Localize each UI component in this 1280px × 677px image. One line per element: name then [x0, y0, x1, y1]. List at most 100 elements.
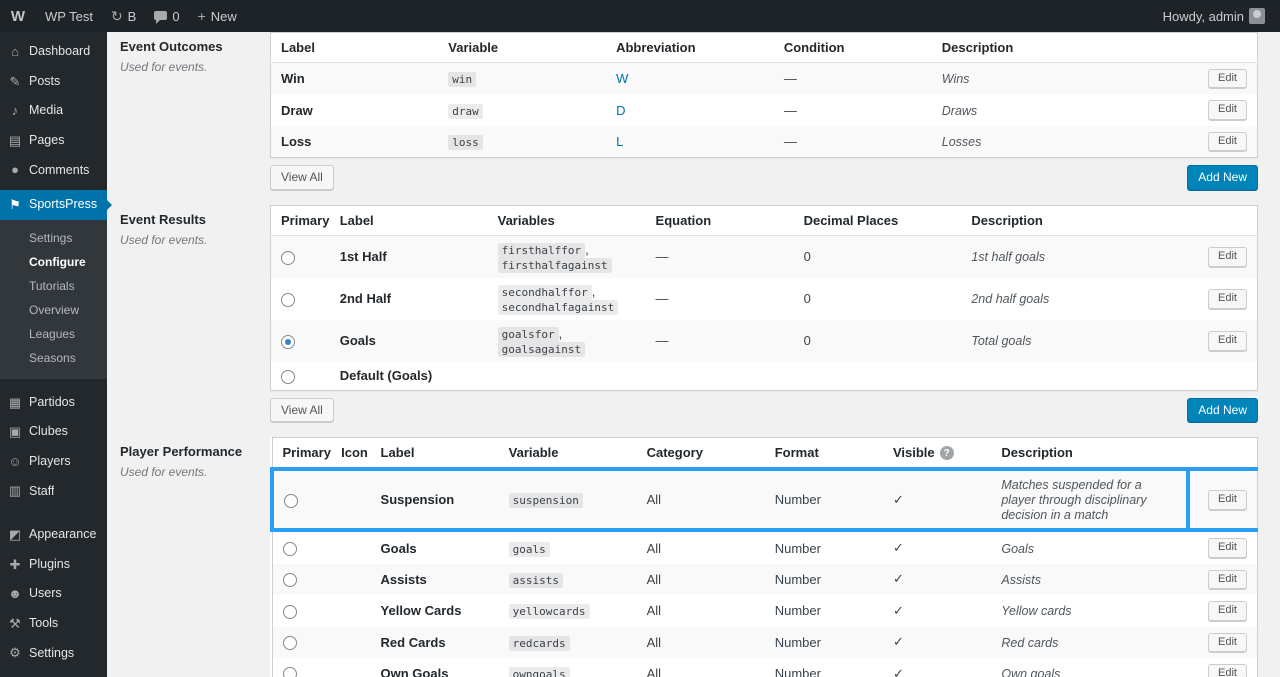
edit-button[interactable]: Edit: [1208, 490, 1247, 510]
sidebar-item-settings-general[interactable]: ⚙ Settings: [0, 638, 107, 668]
column-header-label: Label: [329, 205, 488, 236]
sidebar-item-label: Pages: [29, 133, 65, 148]
description-cell: Wins: [941, 72, 970, 87]
sidebar-item-media[interactable]: ♪ Media: [0, 96, 107, 126]
sidebar-subitem-leagues[interactable]: Leagues: [0, 322, 107, 346]
description-cell: Assists: [1001, 572, 1041, 587]
edit-button[interactable]: Edit: [1208, 247, 1247, 267]
condition-cell: —: [783, 102, 797, 118]
abbreviation-link[interactable]: D: [616, 103, 625, 118]
sidebar-item-pages[interactable]: ▤ Pages: [0, 126, 107, 156]
primary-radio[interactable]: [282, 667, 297, 677]
sidebar-item-dashboard[interactable]: ⌂ Dashboard: [0, 37, 107, 67]
visible-check-icon: ✓: [892, 602, 904, 618]
comments-icon: ●: [11, 162, 19, 178]
sidebar-subitem-seasons[interactable]: Seasons: [0, 346, 107, 370]
edit-button[interactable]: Edit: [1208, 538, 1247, 558]
sidebar-item-posts[interactable]: ✎ Posts: [0, 67, 107, 97]
sidebar-subitem-configure[interactable]: Configure: [0, 250, 107, 274]
visible-check-icon: ✓: [892, 540, 904, 556]
primary-cell: [271, 278, 330, 320]
staff-icon: ▥: [8, 483, 22, 499]
actions-cell: Edit: [1188, 627, 1257, 658]
primary-cell: [271, 320, 330, 362]
visible-cell: ✓: [883, 564, 991, 595]
sidebar-item-partidos[interactable]: ▦ Partidos: [0, 388, 107, 418]
sidebar-subitem-settings[interactable]: Settings: [0, 226, 107, 250]
sidebar-item-comments[interactable]: ● Comments: [0, 155, 107, 185]
abbreviation-link[interactable]: W: [616, 71, 628, 86]
column-header-description: Description: [991, 437, 1189, 470]
sidebar-item-tools[interactable]: ⚒ Tools: [0, 609, 107, 639]
sidebar-subitem-tutorials[interactable]: Tutorials: [0, 274, 107, 298]
add-new-button[interactable]: Add New: [1187, 165, 1258, 190]
category-cell: All: [646, 634, 662, 650]
icon-cell: [331, 595, 370, 626]
edit-button[interactable]: Edit: [1208, 569, 1247, 590]
howdy-account-link[interactable]: Howdy, admin: [1154, 0, 1280, 32]
variable-code: win: [448, 72, 477, 88]
label-cell: Goals: [380, 540, 417, 556]
sidebar-item-plugins[interactable]: ✚ Plugins: [0, 550, 107, 580]
decimal-places-cell: 0: [803, 291, 811, 307]
primary-radio[interactable]: [281, 334, 295, 349]
sidebar-item-clubes[interactable]: ▣ Clubes: [0, 417, 107, 447]
appearance-icon: ◩: [8, 526, 22, 542]
category-cell: All: [646, 571, 662, 587]
column-header-primary: Primary: [270, 205, 330, 236]
primary-radio[interactable]: [284, 493, 298, 508]
primary-radio[interactable]: [281, 369, 295, 384]
column-header-visible: Visible?: [882, 437, 992, 470]
comments-icon: [154, 10, 168, 24]
view-all-button[interactable]: View All: [270, 397, 334, 423]
add-new-button[interactable]: Add New: [1187, 397, 1258, 423]
actions-cell: Edit: [1188, 63, 1257, 95]
sidebar-item-staff[interactable]: ▥ Staff: [0, 476, 107, 506]
edit-button[interactable]: Edit: [1208, 331, 1247, 351]
visible-cell-highlighted: ✓: [882, 467, 992, 533]
wp-logo-menu[interactable]: W: [0, 0, 36, 32]
edit-button[interactable]: Edit: [1208, 632, 1247, 652]
sidebar-subitem-overview[interactable]: Overview: [0, 298, 107, 322]
new-label: New: [210, 8, 237, 24]
variable-code: goals: [508, 541, 550, 557]
edit-button[interactable]: Edit: [1208, 601, 1247, 621]
icon-cell: [331, 564, 370, 595]
edit-button[interactable]: Edit: [1208, 289, 1247, 309]
abbreviation-link[interactable]: L: [616, 134, 623, 149]
edit-button[interactable]: Edit: [1208, 69, 1247, 89]
primary-radio[interactable]: [282, 604, 297, 619]
view-all-button[interactable]: View All: [270, 165, 334, 190]
sidebar-item-label: Plugins: [29, 556, 70, 571]
primary-radio[interactable]: [282, 541, 297, 556]
sidebar-item-users[interactable]: ☻ Users: [0, 579, 107, 609]
variables-cell: goalsfor, goalsagainst: [488, 320, 646, 362]
primary-cell-highlighted: [269, 467, 332, 533]
site-name-link[interactable]: WP Test: [36, 0, 102, 32]
updates-link[interactable]: ↻ B: [102, 0, 145, 32]
edit-button[interactable]: Edit: [1208, 131, 1247, 152]
column-header-equation: Equation: [645, 205, 794, 236]
actions-cell: Edit: [1188, 658, 1257, 677]
actions-cell: Edit: [1188, 320, 1257, 362]
primary-radio[interactable]: [282, 635, 297, 650]
column-header-label: Label: [370, 437, 499, 470]
edit-button[interactable]: Edit: [1208, 100, 1247, 120]
sidebar-item-appearance[interactable]: ◩ Appearance: [0, 520, 107, 550]
label-cell: 1st Half: [339, 249, 387, 265]
primary-radio[interactable]: [282, 573, 297, 588]
sidebar-item-sportspress[interactable]: ⚑ SportsPress: [0, 189, 112, 220]
abbreviation-cell: W: [606, 63, 774, 95]
edit-button[interactable]: Edit: [1208, 663, 1247, 677]
help-icon[interactable]: ?: [939, 446, 954, 461]
variable-code: secondhalfagainst: [497, 299, 619, 315]
primary-radio[interactable]: [281, 292, 295, 307]
primary-cell: [272, 564, 331, 595]
sidebar-item-players[interactable]: ☺ Players: [0, 447, 107, 477]
actions-cell: Edit: [1188, 564, 1257, 595]
comments-link[interactable]: 0: [145, 0, 188, 32]
clubes-icon: ▣: [8, 424, 22, 440]
sidebar-item-label: Comments: [29, 162, 90, 177]
new-content-link[interactable]: + New: [189, 0, 246, 32]
primary-radio[interactable]: [281, 250, 295, 265]
